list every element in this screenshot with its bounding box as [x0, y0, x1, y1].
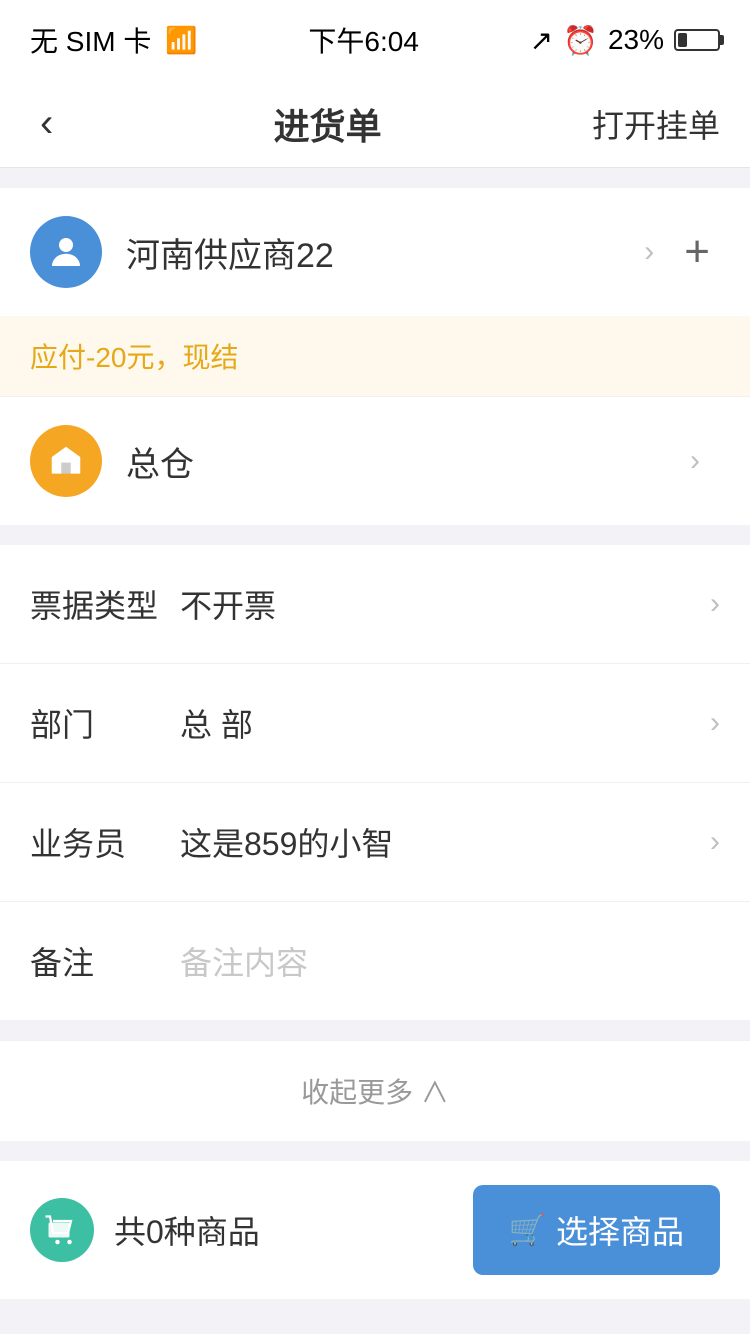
status-left: 无 SIM 卡 📶	[30, 20, 198, 60]
wifi-icon: 📶	[165, 25, 197, 56]
salesman-chevron-icon: ›	[710, 825, 720, 859]
section-gap-1	[0, 168, 750, 188]
select-cart-icon: 🛒	[509, 1213, 546, 1248]
product-bar: 共0种商品 🛒 选择商品	[0, 1161, 750, 1299]
battery-percent: 23%	[608, 24, 664, 56]
supplier-name: 河南供应商22	[126, 228, 644, 277]
collapse-label: 收起更多 ∧	[301, 1071, 449, 1111]
invoice-label: 票据类型	[30, 581, 160, 627]
person-icon	[45, 231, 87, 273]
form-section: 票据类型 不开票 › 部门 总 部 › 业务员 这是859的小智 › 备注 备注…	[0, 545, 750, 1020]
battery-icon	[674, 29, 720, 51]
page-title: 进货单	[274, 98, 382, 150]
product-count: 共0种商品	[114, 1207, 473, 1253]
invoice-chevron-icon: ›	[710, 587, 720, 621]
select-product-label: 选择商品	[556, 1207, 684, 1253]
dept-label: 部门	[30, 700, 160, 746]
carrier-text: 无 SIM 卡	[30, 20, 151, 60]
supplier-avatar	[30, 216, 102, 288]
location-icon: ↗	[530, 24, 553, 57]
invoice-value: 不开票	[180, 581, 710, 627]
notice-banner: 应付-20元，现结	[0, 316, 750, 396]
dept-row[interactable]: 部门 总 部 ›	[0, 664, 750, 783]
salesman-label: 业务员	[30, 819, 160, 865]
cart-icon	[44, 1212, 80, 1248]
add-supplier-button[interactable]: +	[674, 227, 720, 277]
open-pending-button[interactable]: 打开挂单	[592, 101, 720, 147]
warehouse-row[interactable]: 总仓 ›	[0, 396, 750, 525]
collapse-button[interactable]: 收起更多 ∧	[0, 1040, 750, 1141]
supplier-chevron-icon: ›	[644, 235, 654, 269]
supplier-section: 河南供应商22 › + 应付-20元，现结 总仓 ›	[0, 188, 750, 525]
time-text: 下午6:04	[308, 20, 419, 60]
salesman-value: 这是859的小智	[180, 819, 710, 865]
note-label: 备注	[30, 938, 160, 984]
notice-text: 应付-20元，现结	[30, 342, 238, 373]
supplier-row[interactable]: 河南供应商22 › +	[0, 188, 750, 316]
warehouse-icon	[47, 442, 85, 480]
note-row[interactable]: 备注 备注内容	[0, 902, 750, 1020]
warehouse-chevron-icon: ›	[690, 444, 700, 478]
salesman-row[interactable]: 业务员 这是859的小智 ›	[0, 783, 750, 902]
status-right: ↗ ⏰ 23%	[530, 24, 720, 57]
alarm-icon: ⏰	[563, 24, 598, 57]
dept-chevron-icon: ›	[710, 706, 720, 740]
nav-bar: ‹ 进货单 打开挂单	[0, 80, 750, 168]
warehouse-name: 总仓	[126, 437, 690, 486]
warehouse-icon-wrap	[30, 425, 102, 497]
back-button[interactable]: ‹	[30, 91, 63, 156]
dept-value: 总 部	[180, 700, 710, 746]
status-bar: 无 SIM 卡 📶 下午6:04 ↗ ⏰ 23%	[0, 0, 750, 80]
invoice-row[interactable]: 票据类型 不开票 ›	[0, 545, 750, 664]
product-icon-wrap	[30, 1198, 94, 1262]
select-product-button[interactable]: 🛒 选择商品	[473, 1185, 720, 1275]
note-placeholder[interactable]: 备注内容	[180, 938, 720, 984]
